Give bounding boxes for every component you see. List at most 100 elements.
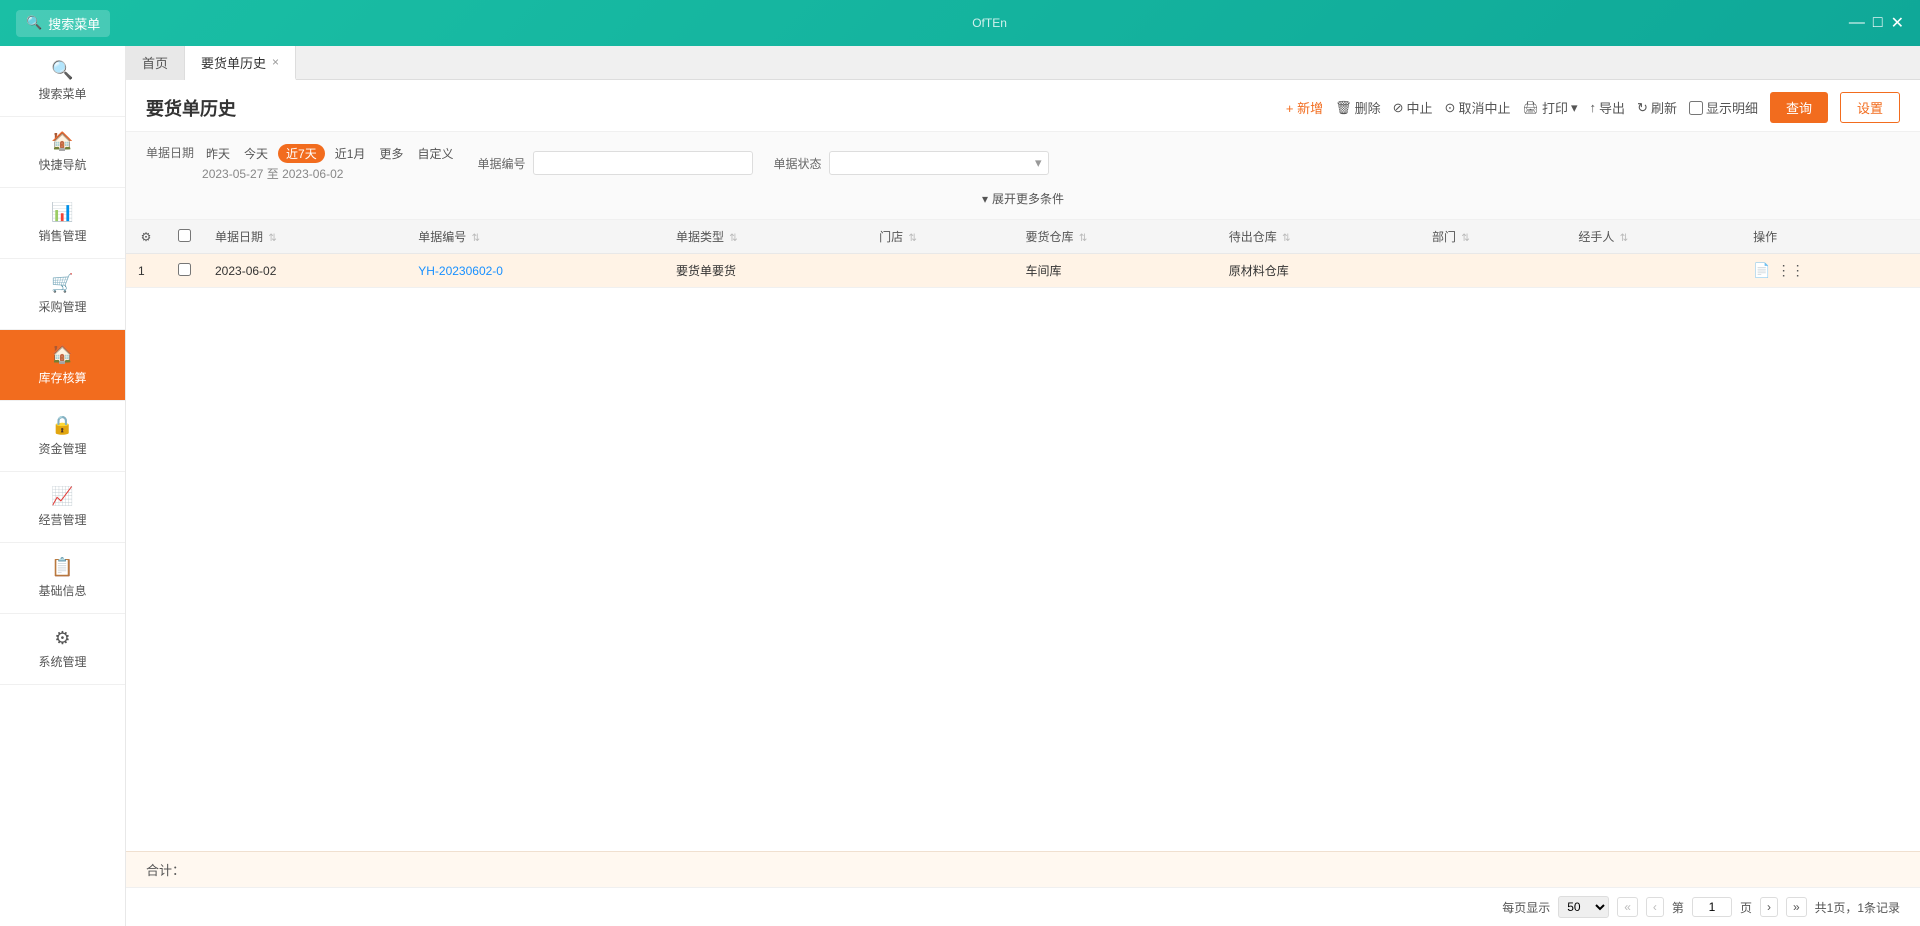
- col-store-header: 门店 ⇅: [867, 220, 1013, 254]
- stop-button[interactable]: ⊘ 中止: [1393, 98, 1433, 117]
- sidebar-item-system[interactable]: ⚙ 系统管理: [0, 614, 125, 685]
- sidebar-item-shortcut[interactable]: 🏠 快捷导航: [0, 117, 125, 188]
- bill-no-link[interactable]: YH-20230602-0: [418, 264, 503, 278]
- bill-no-input[interactable]: [533, 151, 753, 175]
- pendingwarehouse-sort-icon[interactable]: ⇅: [1282, 233, 1290, 244]
- delete-button[interactable]: 🗑 删除: [1335, 98, 1381, 117]
- store-sort-icon[interactable]: ⇅: [909, 233, 917, 244]
- sidebar: 🔍 搜索菜单 🏠 快捷导航 📊 销售管理 🛒 采购管理 🏠 库存核算 🔒: [0, 46, 126, 926]
- last-page-btn[interactable]: »: [1786, 897, 1807, 917]
- setting-button[interactable]: 设置: [1840, 92, 1900, 123]
- sidebar-item-label: 采购管理: [38, 298, 86, 315]
- reqwarehouse-sort-icon[interactable]: ⇅: [1079, 233, 1087, 244]
- date-today[interactable]: 今天: [240, 144, 272, 163]
- cancel-stop-button[interactable]: ⊙ 取消中止: [1445, 98, 1511, 117]
- bill-no-filter: 单据编号: [477, 151, 753, 175]
- maximize-button[interactable]: □: [1873, 14, 1883, 32]
- view-action-icon[interactable]: 📄: [1753, 262, 1770, 279]
- export-icon: ↑: [1590, 100, 1597, 115]
- refresh-button[interactable]: ↻ 刷新: [1637, 98, 1677, 117]
- sidebar-item-purchase[interactable]: 🛒 采购管理: [0, 259, 125, 330]
- col-reqwarehouse-header: 要货仓库 ⇅: [1014, 220, 1217, 254]
- tab-close-icon[interactable]: ×: [272, 55, 279, 69]
- toolbar: + 新增 🗑 删除 ⊘ 中止 ⊙ 取消中止: [1286, 92, 1900, 123]
- minimize-button[interactable]: —: [1849, 14, 1865, 32]
- page-suffix: 页: [1740, 899, 1752, 916]
- search-icon: 🔍: [26, 15, 42, 31]
- total-label: 合计：: [146, 863, 185, 878]
- expand-more-btn[interactable]: ▾ 展开更多条件: [146, 190, 1900, 207]
- date-shortcuts: 昨天 今天 近7天 近1月 更多 自定义: [202, 144, 457, 163]
- col-pendingwarehouse-header: 待出仓库 ⇅: [1217, 220, 1420, 254]
- settings-icon[interactable]: ⚙: [141, 230, 152, 244]
- col-check-header: [166, 220, 203, 254]
- window-controls: — □ ✕: [1849, 13, 1904, 33]
- date-range: 2023-05-27 至 2023-06-02: [202, 165, 457, 182]
- table-row: 1 2023-06-02 YH-20230602-0 要货单要货: [126, 254, 1920, 288]
- next-page-btn[interactable]: ›: [1760, 897, 1778, 917]
- col-billtype-header: 单据类型 ⇅: [664, 220, 867, 254]
- search-menu-icon: 🔍: [51, 60, 73, 81]
- col-action-header: 操作: [1741, 220, 1920, 254]
- display-cell-checkbox[interactable]: [1689, 101, 1703, 115]
- date-custom[interactable]: 自定义: [413, 144, 457, 163]
- search-menu[interactable]: 🔍 搜索菜单: [16, 10, 110, 37]
- print-button[interactable]: 🖨 打印 ▾: [1522, 98, 1577, 117]
- tab-home[interactable]: 首页: [126, 46, 185, 80]
- sidebar-item-operation[interactable]: 📈 经营管理: [0, 472, 125, 543]
- query-button[interactable]: 查询: [1770, 92, 1828, 123]
- date-7days[interactable]: 近7天: [278, 144, 325, 163]
- pagination-bar: 每页显示 50 100 « ‹ 第 页 › » 共1页，1条记录: [126, 887, 1920, 926]
- basic-icon: 📋: [51, 557, 73, 578]
- handler-sort-icon[interactable]: ⇅: [1620, 233, 1628, 244]
- row-req-warehouse: 车间库: [1014, 254, 1217, 288]
- delete-icon: 🗑: [1335, 100, 1352, 116]
- row-handler: [1566, 254, 1741, 288]
- tab-current-label: 要货单历史: [201, 53, 266, 72]
- first-page-btn[interactable]: «: [1617, 897, 1638, 917]
- bill-no-label: 单据编号: [477, 155, 525, 172]
- date-more[interactable]: 更多: [375, 144, 407, 163]
- page-header: 要货单历史 + 新增 🗑 删除 ⊘ 中止 ⊙ 取消中止: [126, 80, 1920, 132]
- tab-home-label: 首页: [142, 53, 168, 72]
- prev-page-btn[interactable]: ‹: [1646, 897, 1664, 917]
- dept-sort-icon[interactable]: ⇅: [1461, 233, 1469, 244]
- purchase-icon: 🛒: [51, 273, 73, 294]
- sidebar-item-sales[interactable]: 📊 销售管理: [0, 188, 125, 259]
- page-input[interactable]: [1692, 897, 1732, 917]
- row-checkbox[interactable]: [178, 263, 191, 276]
- cancel-stop-icon: ⊙: [1445, 100, 1456, 116]
- sidebar-item-basic[interactable]: 📋 基础信息: [0, 543, 125, 614]
- export-button[interactable]: ↑ 导出: [1590, 98, 1626, 117]
- sales-icon: 📊: [51, 202, 73, 223]
- date-yesterday[interactable]: 昨天: [202, 144, 234, 163]
- main-table: ⚙ 单据日期 ⇅ 单据编号: [126, 220, 1920, 288]
- billno-sort-icon[interactable]: ⇅: [472, 233, 480, 244]
- filter-row-1: 单据日期 昨天 今天 近7天 近1月 更多 自定义 2: [146, 144, 1900, 182]
- sidebar-item-inventory[interactable]: 🏠 库存核算: [0, 330, 125, 401]
- status-select[interactable]: [829, 151, 1049, 175]
- close-button[interactable]: ✕: [1891, 13, 1904, 33]
- sidebar-item-search[interactable]: 🔍 搜索菜单: [0, 46, 125, 117]
- col-settings-header: ⚙: [126, 220, 166, 254]
- more-action-icon[interactable]: ⋮⋮: [1777, 262, 1805, 279]
- expand-icon: ▾: [982, 192, 988, 206]
- billtype-sort-icon[interactable]: ⇅: [729, 233, 737, 244]
- date-1month[interactable]: 近1月: [331, 144, 370, 163]
- date-sort-icon[interactable]: ⇅: [268, 233, 276, 244]
- display-cell-button[interactable]: 显示明细: [1689, 98, 1758, 117]
- content-area: 首页 要货单历史 × 要货单历史 + 新增 🗑 删除: [126, 46, 1920, 926]
- date-filter-group: 单据日期 昨天 今天 近7天 近1月 更多 自定义 2: [146, 144, 457, 182]
- select-all-checkbox[interactable]: [178, 229, 191, 242]
- add-button[interactable]: + 新增: [1286, 98, 1323, 117]
- page-content: 要货单历史 + 新增 🗑 删除 ⊘ 中止 ⊙ 取消中止: [126, 80, 1920, 926]
- sidebar-item-finance[interactable]: 🔒 资金管理: [0, 401, 125, 472]
- status-filter: 单据状态 ▾: [773, 151, 1049, 175]
- tab-current[interactable]: 要货单历史 ×: [185, 46, 296, 80]
- sidebar-item-label: 快捷导航: [38, 156, 86, 173]
- often-label: OfTEn: [972, 16, 1007, 30]
- operation-icon: 📈: [51, 486, 73, 507]
- page-size-select[interactable]: 50 100: [1558, 896, 1609, 918]
- footer-total: 合计：: [126, 851, 1920, 887]
- sidebar-item-label: 库存核算: [38, 369, 86, 386]
